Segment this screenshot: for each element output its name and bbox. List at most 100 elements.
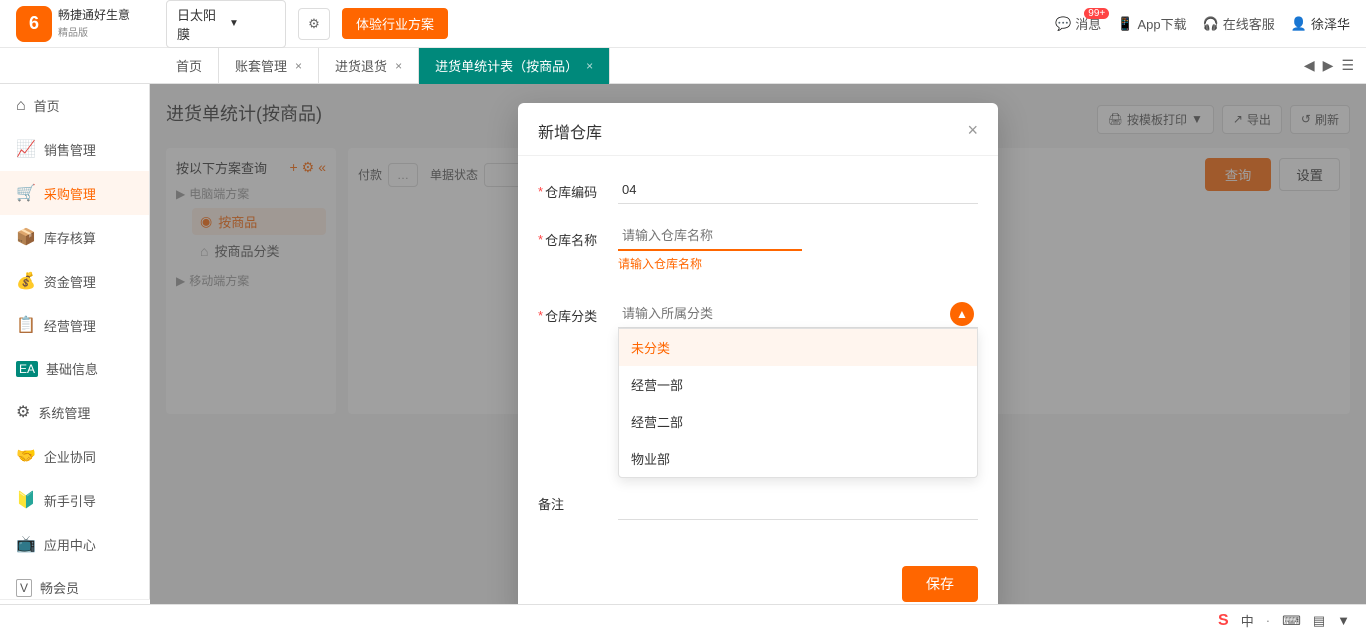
sidebar-item-inventory[interactable]: 📦 库存核算 — [0, 215, 149, 259]
basic-info-icon: EA — [16, 361, 38, 377]
sidebar-item-label: 应用中心 — [44, 535, 96, 554]
category-field-row: * 仓库分类 ▲ 未分类 经营一部 — [538, 300, 978, 328]
tab-home[interactable]: 首页 — [160, 48, 219, 84]
message-button[interactable]: 💬 消息 99+ — [1055, 14, 1101, 33]
gear-icon: ⚙ — [308, 16, 320, 32]
status-arrow-icon[interactable]: ▼ — [1337, 613, 1350, 628]
tab-bar: 首页 账套管理 × 进货退货 × 进货单统计表（按商品） × ◀ ▶ ☰ — [0, 48, 1366, 84]
sidebar-item-label: 畅会员 — [40, 578, 79, 597]
online-service-button[interactable]: 🎧 在线客服 — [1203, 14, 1275, 33]
sidebar-item-label: 经营管理 — [44, 316, 96, 335]
note-label: 备注 — [538, 488, 618, 513]
status-s-logo: S — [1218, 612, 1229, 630]
note-input[interactable] — [618, 488, 978, 520]
tab-close-icon[interactable]: × — [295, 59, 302, 73]
tab-account[interactable]: 账套管理 × — [219, 48, 319, 84]
tab-controls: ◀ ▶ ☰ — [1304, 57, 1366, 74]
app-download-button[interactable]: 📱 App下载 — [1117, 14, 1186, 33]
chevron-down-icon: ▼ — [229, 18, 275, 29]
top-header: 6 畅捷通好生意 精品版 日太阳膜 ▼ ⚙ 体验行业方案 💬 消息 99+ 📱 … — [0, 0, 1366, 48]
sidebar-item-basic-info[interactable]: EA 基础信息 — [0, 347, 149, 390]
sidebar-item-label: 新手引导 — [44, 491, 96, 510]
category-dropdown: 未分类 经营一部 经营二部 物业部 — [618, 328, 978, 478]
header-right: 💬 消息 99+ 📱 App下载 🎧 在线客服 👤 徐泽华 — [1055, 14, 1350, 33]
modal-body: * 仓库编码 * 仓库名称 — [518, 156, 998, 554]
system-icon: ⚙ — [16, 402, 30, 422]
settings-button[interactable]: ⚙ — [298, 8, 330, 40]
sidebar-item-operations[interactable]: 📋 经营管理 — [0, 303, 149, 347]
sidebar-item-home[interactable]: ⌂ 首页 — [0, 84, 149, 127]
logo-sub: 精品版 — [58, 24, 130, 39]
tab-close-icon[interactable]: × — [586, 59, 593, 73]
code-field-row: * 仓库编码 — [538, 176, 978, 204]
sidebar-item-purchase[interactable]: 🛒 采购管理 — [0, 171, 149, 215]
modal-title: 新增仓库 — [538, 119, 602, 143]
app-label: App下载 — [1137, 14, 1186, 33]
phone-icon: 📱 — [1117, 16, 1133, 32]
code-label: * 仓库编码 — [538, 176, 618, 201]
modal-overlay-container: 新增仓库 × * 仓库编码 — [150, 84, 1366, 636]
sidebar-item-system[interactable]: ⚙ 系统管理 — [0, 390, 149, 434]
store-selector[interactable]: 日太阳膜 ▼ — [166, 0, 286, 48]
service-label: 在线客服 — [1223, 14, 1275, 33]
note-field-row: 备注 — [538, 488, 978, 520]
status-bar: S 中 · ⌨ ▤ ▼ — [0, 604, 1366, 636]
app-center-icon: 📺 — [16, 534, 36, 554]
save-button[interactable]: 保存 — [902, 566, 978, 602]
modal-close-button[interactable]: × — [967, 120, 978, 141]
name-label: * 仓库名称 — [538, 224, 618, 249]
guide-icon: 🔰 — [16, 490, 36, 510]
home-icon: ⌂ — [16, 97, 26, 115]
sidebar-item-sales[interactable]: 📈 销售管理 — [0, 127, 149, 171]
tab-prev-icon[interactable]: ◀ — [1304, 57, 1315, 74]
sidebar-item-label: 系统管理 — [38, 403, 90, 422]
username: 徐泽华 — [1311, 14, 1350, 33]
sidebar-item-finance[interactable]: 💰 资金管理 — [0, 259, 149, 303]
content-area: 进货单统计(按商品) 🖨 按模板打印 ▼ ↗ 导出 ↺ 刷新 — [150, 84, 1366, 636]
status-grid-icon[interactable]: ▤ — [1313, 613, 1325, 629]
finance-icon: 💰 — [16, 271, 36, 291]
sidebar-item-guide[interactable]: 🔰 新手引导 — [0, 478, 149, 522]
dropdown-item-unclassified[interactable]: 未分类 — [619, 329, 977, 366]
modal-header: 新增仓库 × — [518, 103, 998, 156]
sidebar-item-enterprise[interactable]: 🤝 企业协同 — [0, 434, 149, 478]
dropdown-item-dept3[interactable]: 物业部 — [619, 440, 977, 477]
arrow-up-icon: ▲ — [956, 307, 968, 321]
tab-close-icon[interactable]: × — [395, 59, 402, 73]
purchase-icon: 🛒 — [16, 183, 36, 203]
category-input[interactable] — [618, 300, 978, 328]
tab-next-icon[interactable]: ▶ — [1323, 57, 1334, 74]
sales-icon: 📈 — [16, 139, 36, 159]
logo-area: 6 畅捷通好生意 精品版 — [16, 6, 166, 42]
sidebar-item-label: 基础信息 — [46, 359, 98, 378]
store-name: 日太阳膜 — [177, 5, 223, 43]
dropdown-item-dept1[interactable]: 经营一部 — [619, 366, 977, 403]
category-dropdown-toggle[interactable]: ▲ — [950, 302, 974, 326]
tab-purchase-stats[interactable]: 进货单统计表（按商品） × — [419, 48, 610, 84]
dropdown-item-dept2[interactable]: 经营二部 — [619, 403, 977, 440]
status-dot-icon: · — [1266, 613, 1270, 628]
tab-purchase-return[interactable]: 进货退货 × — [319, 48, 419, 84]
logo-icon: 6 — [16, 6, 52, 42]
status-zh-icon[interactable]: 中 — [1241, 611, 1254, 630]
name-input[interactable] — [618, 222, 802, 251]
sidebar-item-label: 采购管理 — [44, 184, 96, 203]
message-icon: 💬 — [1055, 16, 1071, 32]
sidebar-item-label: 销售管理 — [44, 140, 96, 159]
headset-icon: 🎧 — [1203, 16, 1219, 32]
add-warehouse-modal: 新增仓库 × * 仓库编码 — [518, 103, 998, 618]
code-input[interactable] — [618, 176, 978, 204]
name-error-msg: 请输入仓库名称 — [618, 255, 702, 272]
logo-text: 畅捷通好生意 — [58, 8, 130, 24]
sidebar-item-label: 首页 — [34, 96, 60, 115]
category-label: * 仓库分类 — [538, 300, 618, 325]
user-profile[interactable]: 👤 徐泽华 — [1291, 14, 1350, 33]
user-icon: 👤 — [1291, 16, 1307, 32]
inventory-icon: 📦 — [16, 227, 36, 247]
sidebar-item-label: 资金管理 — [44, 272, 96, 291]
tab-menu-icon[interactable]: ☰ — [1341, 57, 1354, 74]
trial-button[interactable]: 体验行业方案 — [342, 8, 448, 39]
status-keyboard-icon[interactable]: ⌨ — [1282, 613, 1301, 629]
sidebar-item-app-center[interactable]: 📺 应用中心 — [0, 522, 149, 566]
category-select-wrapper: ▲ — [618, 300, 978, 328]
